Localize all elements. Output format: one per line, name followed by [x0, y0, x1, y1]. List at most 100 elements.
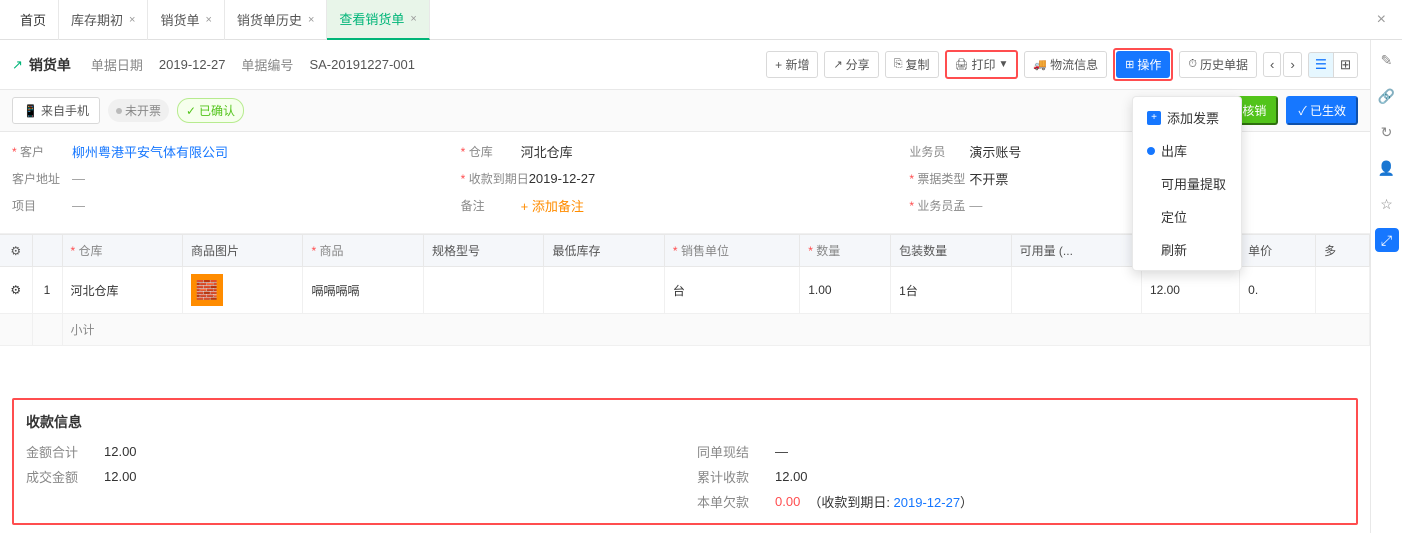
row-min-stock	[544, 267, 664, 314]
refresh-icon	[1147, 246, 1155, 254]
col-product-img: 商品图片	[182, 235, 302, 267]
customer-field: 客户 柳州粤港平安气体有限公司	[12, 142, 461, 161]
total-row: 金额合计 12.00	[26, 442, 673, 461]
same-order-row: 同单现结 —	[697, 442, 1344, 461]
tab-sales[interactable]: 销货单 ×	[148, 0, 224, 40]
print-dropdown-arrow: ▼	[999, 59, 1009, 70]
total-value: 12.00	[104, 444, 137, 459]
list-view-button[interactable]: ☰	[1308, 52, 1333, 78]
address-label: 客户地址	[12, 170, 72, 187]
date-label: 单据日期	[91, 55, 143, 74]
share-button[interactable]: ↗ 分享	[824, 51, 878, 78]
number-label: 单据编号	[241, 55, 293, 74]
sidebar-person-icon[interactable]: 👤	[1375, 156, 1399, 180]
total-label: 金额合计	[26, 442, 96, 461]
sidebar-edit-icon[interactable]: ✎	[1375, 48, 1399, 72]
table-row: ⚙ 1 河北仓库 🧱 嗝嗝嗝嗝 台 1.00 1台	[0, 267, 1370, 314]
doc-title-icon: ↗	[12, 57, 23, 73]
row-product: 嗝嗝嗝嗝	[303, 267, 423, 314]
logistics-icon: 🚚	[1033, 58, 1047, 71]
payment-date-label: 收款到期日	[461, 170, 529, 187]
row-num: 1	[32, 267, 62, 314]
col-sales-unit: 销售单位	[664, 235, 799, 267]
warehouse-value: 河北仓库	[521, 142, 910, 161]
transaction-row: 成交金额 12.00	[26, 467, 673, 486]
col-spec: 规格型号	[423, 235, 543, 267]
row-more	[1316, 267, 1370, 314]
row-spec	[423, 267, 543, 314]
from-mobile-button[interactable]: 📱 来自手机	[12, 97, 100, 124]
sidebar-rotate-icon[interactable]: ↻	[1375, 120, 1399, 144]
main-area: ↗ 销货单 单据日期 2019-12-27 单据编号 SA-20191227-0…	[0, 40, 1402, 533]
share-icon: ↗	[833, 58, 842, 71]
dropdown-refresh[interactable]: 刷新	[1133, 233, 1241, 266]
effective-status-button[interactable]: ✓ 已生效	[1286, 96, 1358, 125]
dropdown-add-invoice[interactable]: + 添加发票	[1133, 101, 1241, 134]
employee-label: 业务员	[909, 143, 969, 160]
col-available: 可用量 (...	[1011, 235, 1141, 267]
transaction-label: 成交金额	[26, 467, 96, 486]
prev-button[interactable]: ‹	[1263, 52, 1281, 77]
tab-close-sales-history[interactable]: ×	[308, 14, 314, 26]
payment-date-value: 2019-12-27	[529, 171, 910, 186]
tab-close-view-sales[interactable]: ×	[410, 13, 416, 25]
overdue-date: 2019-12-27	[894, 495, 961, 510]
col-min-stock: 最低库存	[544, 235, 664, 267]
history-button[interactable]: ⏱ 历史单据	[1179, 51, 1257, 78]
ticket-type-label: 票据类型	[909, 170, 969, 187]
sidebar-star-icon[interactable]: ☆	[1375, 192, 1399, 216]
doc-meta: 单据日期 2019-12-27 单据编号 SA-20191227-001	[91, 55, 766, 74]
row-quantity: 1.00	[800, 267, 891, 314]
tab-view-sales[interactable]: 查看销货单 ×	[327, 0, 429, 40]
overdue-note: （收款到期日: 2019-12-27）	[808, 492, 973, 511]
address-value: —	[72, 171, 461, 186]
overdue-value: 0.00	[775, 494, 800, 509]
not-opened-badge: 未开票	[108, 99, 169, 122]
tab-inventory[interactable]: 库存期初 ×	[59, 0, 148, 40]
tab-close-sales[interactable]: ×	[205, 14, 211, 26]
doc-actions: + 新增 ↗ 分享 ⎘ 复制 🖨 打印 ▼ 🚚 物流信息	[766, 48, 1358, 81]
logistics-button[interactable]: 🚚 物流信息	[1024, 51, 1107, 78]
accumulated-label: 累计收款	[697, 467, 767, 486]
subtotal-row: 小计	[0, 314, 1370, 346]
dropdown-available-pickup[interactable]: 可用量提取	[1133, 167, 1241, 200]
check-circle-icon-2: ✓	[1298, 104, 1306, 118]
grid-view-button[interactable]: ⊞	[1333, 52, 1358, 78]
outbound-icon	[1147, 147, 1155, 155]
project-field: 项目 —	[12, 197, 461, 214]
row-stock: 12.00	[1141, 267, 1239, 314]
warehouse-label: 仓库	[461, 143, 521, 160]
dropdown-locate[interactable]: 定位	[1133, 200, 1241, 233]
tab-home[interactable]: 首页	[8, 0, 59, 40]
product-image: 🧱	[191, 274, 223, 306]
col-package-qty: 包装数量	[891, 235, 1011, 267]
project-label: 项目	[12, 197, 72, 214]
dropdown-outbound[interactable]: 出库	[1133, 134, 1241, 167]
tab-sales-history[interactable]: 销货单历史 ×	[225, 0, 327, 40]
row-gear: ⚙	[0, 267, 32, 314]
warehouse-field: 仓库 河北仓库	[461, 142, 910, 161]
print-button[interactable]: 🖨 打印 ▼	[945, 50, 1019, 79]
window-close-button[interactable]: ×	[1369, 11, 1394, 29]
sidebar-expand-icon[interactable]: ⤢	[1375, 228, 1399, 252]
confirm-check-icon: ✓	[186, 104, 196, 118]
row-product-img: 🧱	[182, 267, 302, 314]
new-button[interactable]: + 新增	[766, 51, 818, 78]
remark-label: 备注	[461, 197, 521, 214]
tab-close-inventory[interactable]: ×	[129, 14, 135, 26]
customer-value[interactable]: 柳州粤港平安气体有限公司	[72, 142, 461, 161]
remark-add-button[interactable]: + 添加备注	[521, 196, 910, 215]
product-img-icon: 🧱	[196, 280, 218, 301]
accumulated-row: 累计收款 12.00	[697, 467, 1344, 486]
next-button[interactable]: ›	[1283, 52, 1301, 77]
copy-button[interactable]: ⎘ 复制	[885, 51, 939, 78]
transaction-value: 12.00	[104, 469, 137, 484]
date-value: 2019-12-27	[159, 57, 226, 72]
address-field: 客户地址 —	[12, 170, 461, 187]
operation-button[interactable]: ⊞ 操作	[1116, 51, 1170, 78]
row-sales-unit: 台	[664, 267, 799, 314]
col-num	[32, 235, 62, 267]
history-icon: ⏱	[1188, 58, 1197, 71]
remark-field: 备注 + 添加备注	[461, 196, 910, 215]
sidebar-link-icon[interactable]: 🔗	[1375, 84, 1399, 108]
